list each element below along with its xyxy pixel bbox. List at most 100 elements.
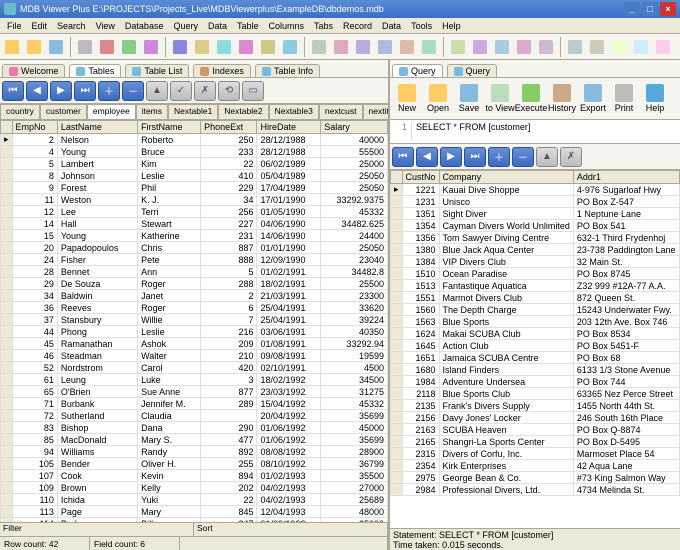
- table-tab-nextable2[interactable]: Nextable2: [218, 104, 268, 119]
- table-row[interactable]: 8JohnsonLeslie41005/04/198925050: [1, 170, 388, 182]
- toolbar-button-23[interactable]: [536, 37, 556, 57]
- table-row[interactable]: 2315Divers of Corfu, Inc.Marmoset Place …: [391, 448, 680, 460]
- col-custno[interactable]: CustNo: [402, 171, 439, 184]
- toolbar-button-27[interactable]: [631, 37, 651, 57]
- query-print-button[interactable]: Print: [609, 84, 639, 113]
- sort-label[interactable]: Sort: [194, 523, 388, 536]
- query-open-button[interactable]: Open: [423, 84, 453, 113]
- nav-add-button[interactable]: ＋: [98, 81, 120, 101]
- subtab-table-list[interactable]: Table List: [125, 64, 189, 77]
- table-row[interactable]: 1680Island Finders6133 1/3 Stone Avenue: [391, 364, 680, 376]
- table-row[interactable]: 1510Ocean ParadisePO Box 8745: [391, 268, 680, 280]
- table-row[interactable]: 45RamanathanAshok20901/08/199133292.94: [1, 338, 388, 350]
- table-row[interactable]: 20PapadopoulosChris88701/01/199025050: [1, 242, 388, 254]
- toolbar-button-4[interactable]: [97, 37, 117, 57]
- toolbar-button-7[interactable]: [170, 37, 190, 57]
- table-row[interactable]: 94WilliamsRandy89208/08/199228900: [1, 446, 388, 458]
- res-cancel-button[interactable]: ✗: [560, 147, 582, 167]
- toolbar-button-28[interactable]: [653, 37, 673, 57]
- nav-last-button[interactable]: ⏭: [74, 81, 96, 101]
- table-row[interactable]: 44PhongLeslie21603/06/199140350: [1, 326, 388, 338]
- table-row[interactable]: 72SutherlandClaudia20/04/199235699: [1, 410, 388, 422]
- table-row[interactable]: 1651Jamaica SCUBA CentrePO Box 68: [391, 352, 680, 364]
- table-row[interactable]: 1513Fantastique AquaticaZ32 999 #12A-77 …: [391, 280, 680, 292]
- res-delete-button[interactable]: －: [512, 147, 534, 167]
- table-row[interactable]: 1380Blue Jack Aqua Center23-738 Paddingt…: [391, 244, 680, 256]
- query-export-button[interactable]: Export: [578, 84, 608, 113]
- table-row[interactable]: 36ReevesRoger625/04/199133620: [1, 302, 388, 314]
- table-row[interactable]: 1354Cayman Divers World UnlimitedPO Box …: [391, 220, 680, 232]
- nav-prev-button[interactable]: ◀: [26, 81, 48, 101]
- table-row[interactable]: 46SteadmanWalter21009/08/199119599: [1, 350, 388, 362]
- table-row[interactable]: 14HallStewart22704/06/199034482.625: [1, 218, 388, 230]
- nav-cancel-button[interactable]: ✗: [194, 81, 216, 101]
- toolbar-button-22[interactable]: [514, 37, 534, 57]
- subtab-indexes[interactable]: Indexes: [193, 64, 251, 77]
- nav-delete-button[interactable]: －: [122, 81, 144, 101]
- toolbar-button-26[interactable]: [609, 37, 629, 57]
- close-button[interactable]: ×: [660, 2, 676, 16]
- table-row[interactable]: 24FisherPete88812/09/199023040: [1, 254, 388, 266]
- table-row[interactable]: 109BrownKelly20204/02/199327000: [1, 482, 388, 494]
- nav-extra-button[interactable]: ▭: [242, 81, 264, 101]
- menu-tools[interactable]: Tools: [406, 20, 437, 32]
- table-row[interactable]: 113PageMary84512/04/199348000: [1, 506, 388, 518]
- toolbar-button-12[interactable]: [280, 37, 300, 57]
- toolbar-button-18[interactable]: [419, 37, 439, 57]
- toolbar-button-25[interactable]: [587, 37, 607, 57]
- sql-editor[interactable]: 1 SELECT * FROM [customer]: [390, 120, 680, 144]
- toolbar-button-17[interactable]: [397, 37, 417, 57]
- table-row[interactable]: 65O'BrienSue Anne87723/03/199231275: [1, 386, 388, 398]
- table-tab-nextable1[interactable]: Nextable1: [168, 104, 218, 119]
- col-lastname[interactable]: LastName: [57, 121, 137, 134]
- subtab-welcome[interactable]: Welcome: [2, 64, 65, 77]
- toolbar-button-1[interactable]: [24, 37, 44, 57]
- res-first-button[interactable]: ⏮: [392, 147, 414, 167]
- nav-first-button[interactable]: ⏮: [2, 81, 24, 101]
- menu-table[interactable]: Table: [232, 20, 264, 32]
- toolbar-button-13[interactable]: [309, 37, 329, 57]
- table-row[interactable]: 1624Makai SCUBA ClubPO Box 8534: [391, 328, 680, 340]
- table-row[interactable]: 2975George Bean & Co.#73 King Salmon Way: [391, 472, 680, 484]
- table-row[interactable]: 1231UniscoPO Box Z-547: [391, 196, 680, 208]
- table-row[interactable]: 1384VIP Divers Club32 Main St.: [391, 256, 680, 268]
- query-new-button[interactable]: New: [392, 84, 422, 113]
- nav-refresh-button[interactable]: ⟲: [218, 81, 240, 101]
- table-row[interactable]: 61LeungLuke318/02/199234500: [1, 374, 388, 386]
- table-row[interactable]: 105BenderOliver H.25508/10/199236799: [1, 458, 388, 470]
- toolbar-button-14[interactable]: [331, 37, 351, 57]
- toolbar-button-2[interactable]: [46, 37, 66, 57]
- toolbar-button-6[interactable]: [141, 37, 161, 57]
- col-hiredate[interactable]: HireDate: [257, 121, 321, 134]
- table-row[interactable]: 12LeeTerri25601/05/199045332: [1, 206, 388, 218]
- table-row[interactable]: 11WestonK. J.3417/01/199033292.9375: [1, 194, 388, 206]
- query-execute-button[interactable]: Execute: [516, 84, 546, 113]
- res-next-button[interactable]: ▶: [440, 147, 462, 167]
- table-row[interactable]: 9ForestPhil22917/04/198925050: [1, 182, 388, 194]
- table-row[interactable]: 71BurbankJennifer M.28915/04/199245332: [1, 398, 388, 410]
- nav-next-button[interactable]: ▶: [50, 81, 72, 101]
- menu-edit[interactable]: Edit: [27, 20, 53, 32]
- col-phoneext[interactable]: PhoneExt: [201, 121, 257, 134]
- table-row[interactable]: 28BennetAnn501/02/199134482.8: [1, 266, 388, 278]
- table-row[interactable]: 2165Shangri-La Sports CenterPO Box D-549…: [391, 436, 680, 448]
- toolbar-button-10[interactable]: [236, 37, 256, 57]
- toolbar-button-9[interactable]: [214, 37, 234, 57]
- table-row[interactable]: 29De SouzaRoger28818/02/199125500: [1, 278, 388, 290]
- toolbar-button-3[interactable]: [75, 37, 95, 57]
- subtab-table-info[interactable]: Table Info: [255, 64, 320, 77]
- query-history-button[interactable]: History: [547, 84, 577, 113]
- col-addr1[interactable]: Addr1: [573, 171, 679, 184]
- table-row[interactable]: 83BishopDana29001/06/199245000: [1, 422, 388, 434]
- maximize-button[interactable]: □: [642, 2, 658, 16]
- nav-post-button[interactable]: ✓: [170, 81, 192, 101]
- menu-columns[interactable]: Columns: [264, 20, 310, 32]
- table-tab-customer[interactable]: customer: [40, 104, 87, 119]
- query-help-button[interactable]: Help: [640, 84, 670, 113]
- nav-edit-button[interactable]: ▲: [146, 81, 168, 101]
- menu-help[interactable]: Help: [437, 20, 466, 32]
- subtab-tables[interactable]: Tables: [69, 64, 121, 77]
- table-tab-nextitem[interactable]: nextitem: [363, 104, 388, 119]
- toolbar-button-8[interactable]: [192, 37, 212, 57]
- menu-view[interactable]: View: [91, 20, 120, 32]
